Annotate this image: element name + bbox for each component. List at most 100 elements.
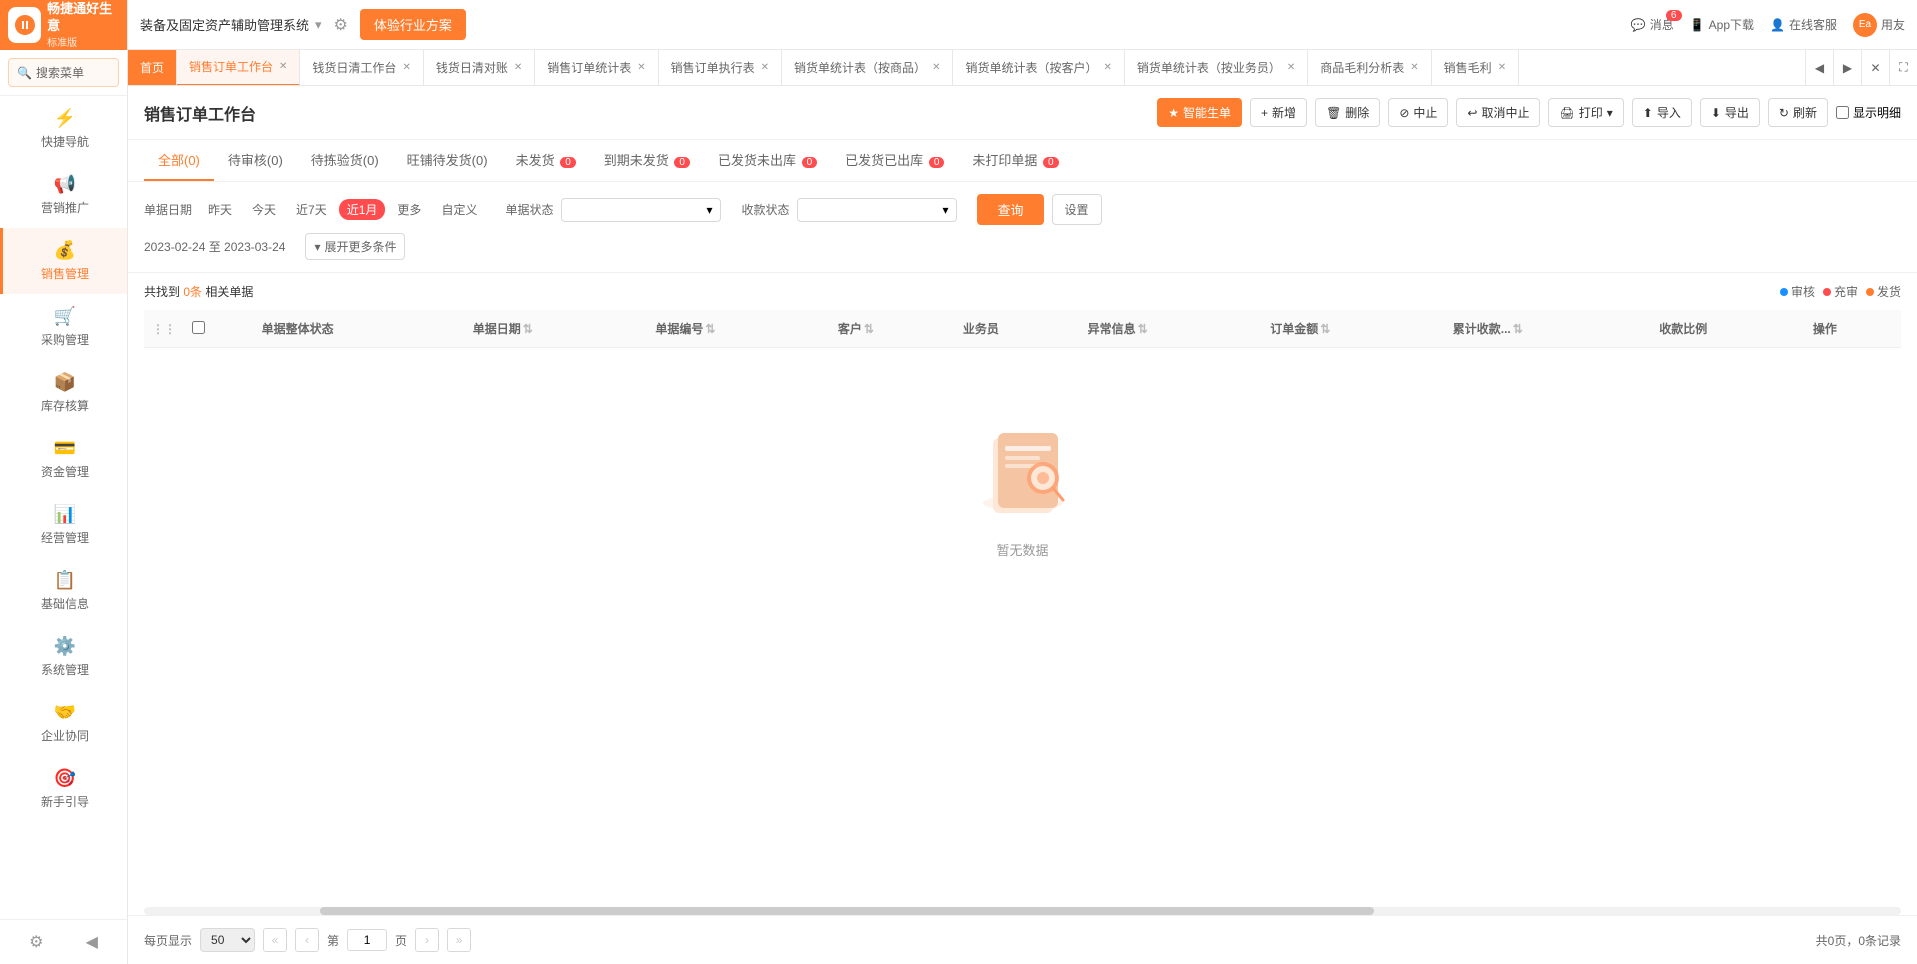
date-btn-1month[interactable]: 近1月 <box>339 199 386 220</box>
tab-close-icon[interactable]: ✕ <box>402 62 410 73</box>
tab-sales-stat[interactable]: 销售订单统计表 ✕ <box>535 50 658 86</box>
filter-settings-button[interactable]: 设置 <box>1052 194 1102 225</box>
sub-tab-expired-not-shipped[interactable]: 到期未发货 0 <box>590 140 704 181</box>
sub-tab-pending-inspect[interactable]: 待拣验货(0) <box>297 140 393 181</box>
date-btn-today[interactable]: 今天 <box>244 199 284 220</box>
sidebar-item-guide[interactable]: 🎯 新手引导 <box>0 756 127 822</box>
first-page-button[interactable]: « <box>263 928 287 952</box>
display-detail-checkbox[interactable] <box>1836 106 1849 119</box>
tab-sales-exec[interactable]: 销售订单执行表 ✕ <box>659 50 782 86</box>
sidebar-item-quick-nav[interactable]: ⚡ 快捷导航 <box>0 96 127 162</box>
horizontal-scrollbar[interactable] <box>144 907 1901 915</box>
prev-page-button[interactable]: ‹ <box>295 928 319 952</box>
collapse-button[interactable]: ◀ <box>82 928 102 956</box>
topbar-settings-icon[interactable]: ⚙ <box>334 15 348 35</box>
tab-close-all-btn[interactable]: ✕ <box>1861 50 1889 86</box>
import-button[interactable]: ⬆ 导入 <box>1632 98 1692 127</box>
tab-fullscreen-btn[interactable]: ⛶ <box>1889 50 1917 86</box>
tab-sales-order[interactable]: 销售订单工作台 ✕ <box>177 50 300 86</box>
tab-close-icon[interactable]: ✕ <box>514 62 522 73</box>
th-date[interactable]: 单据日期⇅ <box>465 310 648 348</box>
sidebar-item-cooperation[interactable]: 🤝 企业协同 <box>0 690 127 756</box>
query-button[interactable]: 查询 <box>977 194 1043 225</box>
sub-tab-shipped-out[interactable]: 已发货已出库 0 <box>831 140 958 181</box>
sidebar-item-basic[interactable]: 📋 基础信息 <box>0 558 127 624</box>
sidebar-item-finance[interactable]: 💳 资金管理 <box>0 426 127 492</box>
tab-sales-stat-customer[interactable]: 销货单统计表（按客户） ✕ <box>953 50 1124 86</box>
payment-select[interactable]: ▾ <box>797 198 957 222</box>
tab-cash-daily[interactable]: 钱货日清工作台 ✕ <box>300 50 423 86</box>
date-btn-custom[interactable]: 自定义 <box>433 199 485 220</box>
tab-close-icon[interactable]: ✕ <box>1410 62 1418 73</box>
sidebar-item-system[interactable]: ⚙️ 系统管理 <box>0 624 127 690</box>
unreview-action[interactable]: 充审 <box>1823 283 1858 300</box>
tab-home[interactable]: 首页 <box>128 50 177 86</box>
ship-action[interactable]: 发货 <box>1866 283 1901 300</box>
tab-close-icon[interactable]: ✕ <box>761 62 769 73</box>
tab-sales-stat-staff[interactable]: 销货单统计表（按业务员） ✕ <box>1125 50 1308 86</box>
date-btn-7days[interactable]: 近7天 <box>288 199 335 220</box>
sidebar-item-purchase[interactable]: 🛒 采购管理 <box>0 294 127 360</box>
date-btn-more[interactable]: 更多 <box>389 199 429 220</box>
app-download-btn[interactable]: 📱 App下载 <box>1690 16 1754 33</box>
industry-btn[interactable]: 体验行业方案 <box>360 9 466 40</box>
tab-sales-gross[interactable]: 销售毛利 ✕ <box>1432 50 1519 86</box>
tab-close-icon[interactable]: ✕ <box>279 61 287 72</box>
add-button[interactable]: + 新增 <box>1250 98 1307 127</box>
tab-next-btn[interactable]: ▶ <box>1833 50 1861 86</box>
tab-product-margin[interactable]: 商品毛利分析表 ✕ <box>1308 50 1431 86</box>
message-btn[interactable]: 💬 消息 6 <box>1631 16 1674 33</box>
expand-more-button[interactable]: ▾ 展开更多条件 <box>305 233 405 260</box>
sidebar-item-label: 库存核算 <box>41 397 89 414</box>
sidebar-item-marketing[interactable]: 📢 营销推广 <box>0 162 127 228</box>
sub-tab-wangpu-pending[interactable]: 旺铺待发货(0) <box>393 140 502 181</box>
sub-tab-not-shipped[interactable]: 未发货 0 <box>502 140 590 181</box>
search-menu-button[interactable]: 🔍 搜索菜单 <box>8 58 119 87</box>
th-staff[interactable]: 业务员 <box>955 310 1080 348</box>
smart-generate-button[interactable]: ★ 智能生单 <box>1157 98 1242 127</box>
tab-close-icon[interactable]: ✕ <box>932 62 940 73</box>
user-menu-btn[interactable]: Ea 用友 <box>1853 13 1905 37</box>
stop-button[interactable]: ⊘ 中止 <box>1388 98 1448 127</box>
tab-label: 销售订单执行表 <box>671 59 755 76</box>
display-detail-label[interactable]: 显示明细 <box>1836 104 1901 121</box>
tab-close-icon[interactable]: ✕ <box>1103 62 1111 73</box>
sort-icon: ⇅ <box>705 322 715 336</box>
tab-prev-btn[interactable]: ◀ <box>1805 50 1833 86</box>
sub-tab-all[interactable]: 全部(0) <box>144 140 214 181</box>
tab-close-icon[interactable]: ✕ <box>637 62 645 73</box>
tab-cash-reconcile[interactable]: 钱货日清对账 ✕ <box>424 50 535 86</box>
settings-footer-button[interactable]: ⚙ <box>25 928 47 956</box>
th-amount[interactable]: 订单金额⇅ <box>1262 310 1445 348</box>
sidebar-item-inventory[interactable]: 📦 库存核算 <box>0 360 127 426</box>
sub-tab-not-printed[interactable]: 未打印单据 0 <box>958 140 1072 181</box>
page-content: 销售订单工作台 ★ 智能生单 + 新增 🗑 删除 <box>128 86 1917 964</box>
status-select[interactable]: ▾ <box>561 198 721 222</box>
sidebar-item-operation[interactable]: 📊 经营管理 <box>0 492 127 558</box>
th-number[interactable]: 单据编号⇅ <box>647 310 830 348</box>
th-status[interactable]: 单据整体状态 <box>254 310 465 348</box>
sidebar-item-sales[interactable]: 💰 销售管理 <box>0 228 127 294</box>
last-page-button[interactable]: » <box>447 928 471 952</box>
page-input[interactable] <box>347 929 387 951</box>
delete-button[interactable]: 🗑 删除 <box>1315 98 1380 127</box>
page-size-select[interactable]: 20 50 100 <box>200 928 255 952</box>
next-page-button[interactable]: › <box>415 928 439 952</box>
th-cumulative[interactable]: 累计收款...⇅ <box>1445 310 1652 348</box>
online-service-btn[interactable]: 👤 在线客服 <box>1770 16 1837 33</box>
review-action[interactable]: 审核 <box>1780 283 1815 300</box>
th-abnormal[interactable]: 异常信息⇅ <box>1080 310 1263 348</box>
print-button[interactable]: 🖨 打印 ▾ <box>1548 98 1623 127</box>
sub-tab-pending-review[interactable]: 待审核(0) <box>214 140 297 181</box>
select-all-checkbox[interactable] <box>192 321 205 334</box>
export-button[interactable]: ⬇ 导出 <box>1700 98 1760 127</box>
date-btn-yesterday[interactable]: 昨天 <box>200 199 240 220</box>
th-checkbox <box>184 310 254 348</box>
cancel-stop-button[interactable]: ↩ 取消中止 <box>1456 98 1540 127</box>
refresh-button[interactable]: ↻ 刷新 <box>1768 98 1828 127</box>
tab-sales-stat-product[interactable]: 销货单统计表（按商品） ✕ <box>782 50 953 86</box>
tab-close-icon[interactable]: ✕ <box>1498 62 1506 73</box>
th-customer[interactable]: 客户⇅ <box>830 310 955 348</box>
tab-close-icon[interactable]: ✕ <box>1287 62 1295 73</box>
sub-tab-shipped-not-out[interactable]: 已发货未出库 0 <box>704 140 831 181</box>
